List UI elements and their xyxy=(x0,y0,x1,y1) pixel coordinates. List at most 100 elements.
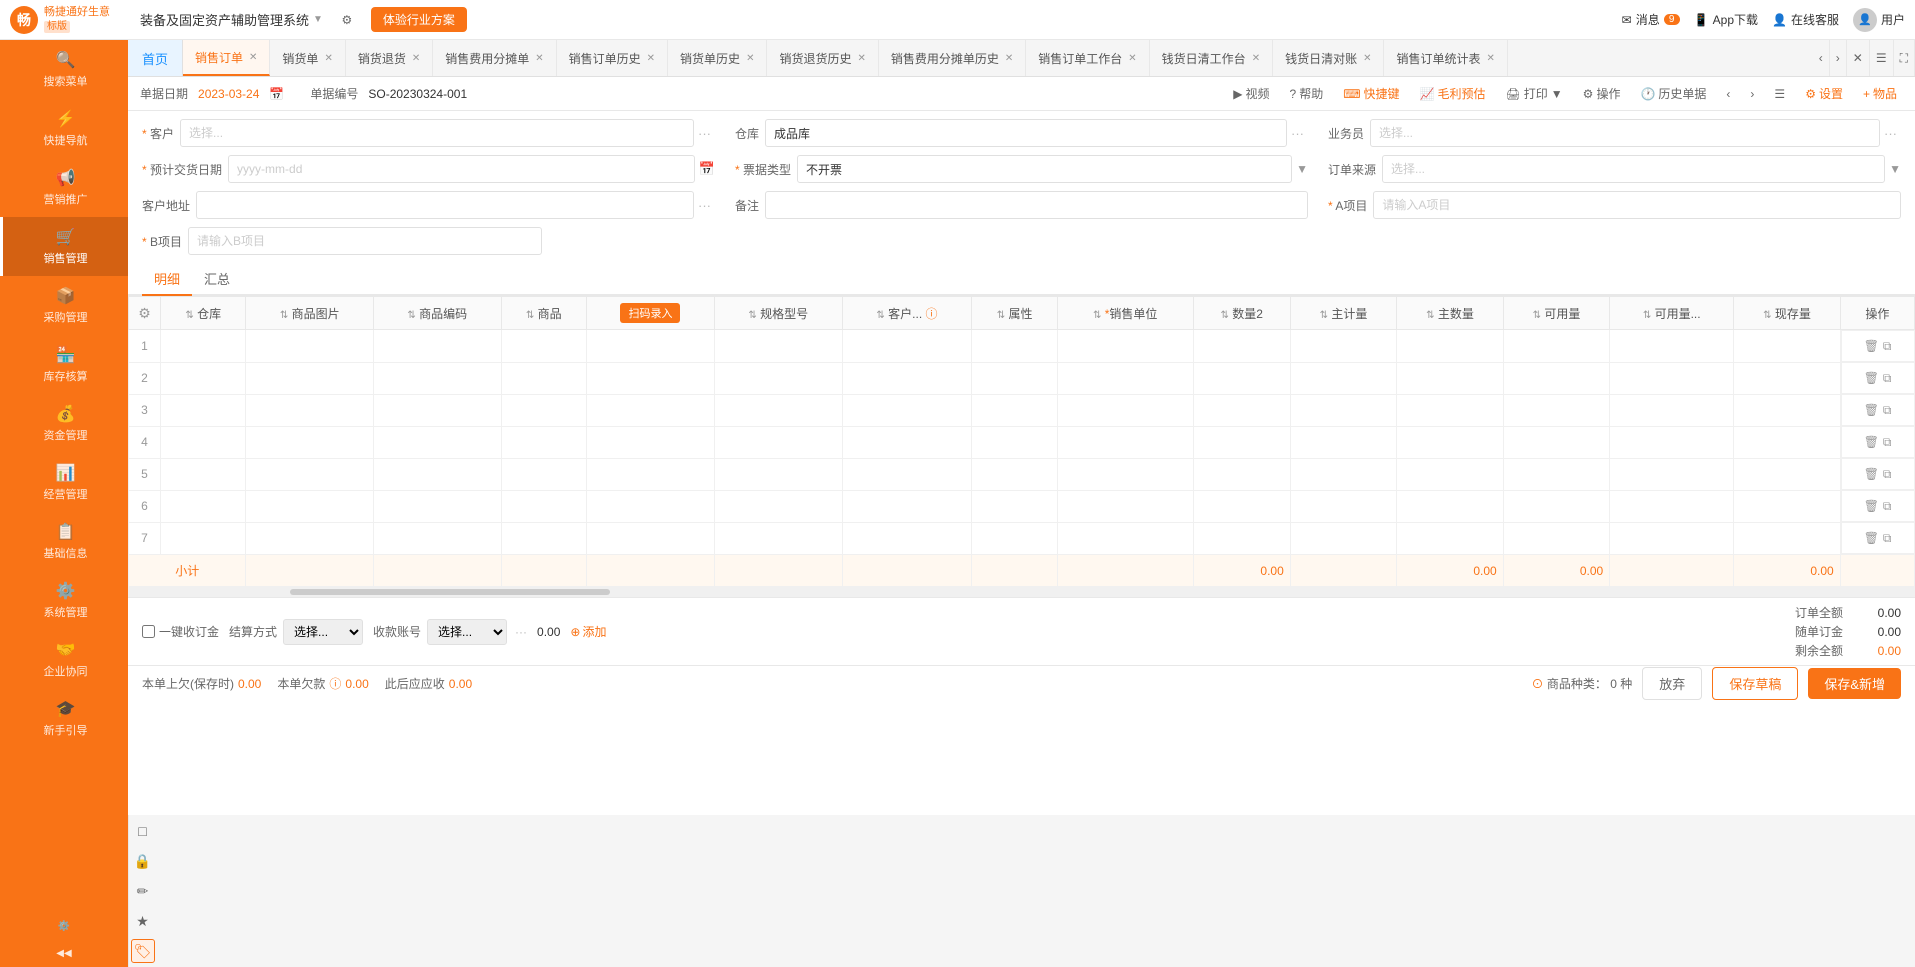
row6-qty2[interactable] xyxy=(1193,490,1290,522)
col-sales-unit-sort[interactable]: ⇅ xyxy=(1093,310,1101,321)
row4-code[interactable] xyxy=(373,426,501,458)
sidebar-item-purchase[interactable]: 📦 采购管理 xyxy=(0,276,128,335)
tab-close-sales-refund[interactable]: ✕ xyxy=(412,53,420,64)
row4-sales-unit[interactable] xyxy=(1057,426,1193,458)
detail-tab-detail[interactable]: 明细 xyxy=(142,263,192,296)
row4-attr[interactable] xyxy=(972,426,1057,458)
current-debt-info-icon[interactable]: ⓘ xyxy=(329,675,341,692)
row2-attr[interactable] xyxy=(972,362,1057,394)
row3-main-qty[interactable] xyxy=(1397,394,1503,426)
row1-code[interactable] xyxy=(373,330,501,363)
row3-customer-ref[interactable] xyxy=(842,394,972,426)
sidebar-item-base-info[interactable]: 📋 基础信息 xyxy=(0,512,128,571)
row1-warehouse[interactable] xyxy=(161,330,246,363)
col-spec-sort[interactable]: ⇅ xyxy=(748,310,756,321)
row3-delete-icon[interactable]: 🗑 xyxy=(1864,403,1879,417)
tab-sales-order[interactable]: 销售订单 ✕ xyxy=(183,40,270,76)
row5-delete-icon[interactable]: 🗑 xyxy=(1864,467,1879,481)
col-stock-sort[interactable]: ⇅ xyxy=(1763,310,1771,321)
tab-sales-summary[interactable]: 销售订单统计表 ✕ xyxy=(1384,40,1507,76)
scrollbar-area[interactable] xyxy=(128,587,1915,597)
row1-sales-unit[interactable] xyxy=(1057,330,1193,363)
invoice-type-input[interactable] xyxy=(797,155,1292,183)
online-service-btn[interactable]: 👤 在线客服 xyxy=(1772,11,1839,28)
tab-order-workbench[interactable]: 销售订单工作台 ✕ xyxy=(1026,40,1149,76)
row3-ops[interactable]: 🗑 ⧉ xyxy=(1841,394,1915,426)
row7-main-qty[interactable] xyxy=(1397,522,1503,555)
row7-code[interactable] xyxy=(373,522,501,555)
user-avatar[interactable]: 👤 用户 xyxy=(1853,8,1905,32)
payment-method-select[interactable]: 选择... xyxy=(283,619,363,645)
calendar-icon[interactable]: 📅 xyxy=(269,87,284,101)
sidebar-item-quick-nav[interactable]: ⚡ 快捷导航 xyxy=(0,99,128,158)
col-customer-ref-sort[interactable]: ⇅ xyxy=(876,310,884,321)
row4-delete-icon[interactable]: 🗑 xyxy=(1864,435,1879,449)
warehouse-more-icon[interactable]: ··· xyxy=(1287,126,1308,141)
col-available-sort[interactable]: ⇅ xyxy=(1533,310,1541,321)
save-draft-btn[interactable]: 保存草稿 xyxy=(1712,667,1798,700)
row2-code[interactable] xyxy=(373,362,501,394)
col-warehouse-sort[interactable]: ⇅ xyxy=(185,310,193,321)
row2-delete-icon[interactable]: 🗑 xyxy=(1864,371,1879,385)
tab-cash-reconcile[interactable]: 钱货日清对账 ✕ xyxy=(1273,40,1384,76)
a-project-input[interactable] xyxy=(1373,191,1901,219)
customer-addr-more-icon[interactable]: ··· xyxy=(694,198,715,213)
col-attr-sort[interactable]: ⇅ xyxy=(997,310,1005,321)
invoice-type-arrow-icon[interactable]: ▼ xyxy=(1296,162,1308,176)
sidebar-item-enterprise[interactable]: 🤝 企业协同 xyxy=(0,630,128,689)
one-click-checkbox[interactable] xyxy=(142,625,155,638)
row7-ops[interactable]: 🗑 ⧉ xyxy=(1841,522,1915,554)
settings-btn[interactable]: ⚙ 设置 xyxy=(1799,83,1849,104)
row3-attr[interactable] xyxy=(972,394,1057,426)
row6-warehouse[interactable] xyxy=(161,490,246,522)
help-btn[interactable]: ? 帮助 xyxy=(1284,83,1330,104)
row6-main-qty[interactable] xyxy=(1397,490,1503,522)
row3-warehouse[interactable] xyxy=(161,394,246,426)
row5-spec[interactable] xyxy=(714,458,842,490)
right-panel-edit-icon[interactable]: ✏ xyxy=(131,879,155,903)
row3-sales-unit[interactable] xyxy=(1057,394,1193,426)
receipt-account-select[interactable]: 选择... xyxy=(427,619,507,645)
tab-close-order-workbench[interactable]: ✕ xyxy=(1128,53,1136,64)
tab-home[interactable]: 首页 xyxy=(128,40,183,76)
tab-refund-history[interactable]: 销货退货历史 ✕ xyxy=(767,40,878,76)
layout-list-btn[interactable]: ☰ xyxy=(1768,85,1791,103)
industry-btn[interactable]: 体验行业方案 xyxy=(371,7,467,32)
grid-settings-icon[interactable]: ⚙ xyxy=(138,305,151,321)
add-receipt-btn[interactable]: ⊕ 添加 xyxy=(570,623,606,640)
row6-sales-unit[interactable] xyxy=(1057,490,1193,522)
order-source-arrow-icon[interactable]: ▼ xyxy=(1889,162,1901,176)
row2-main-qty[interactable] xyxy=(1397,362,1503,394)
col-main-unit-sort[interactable]: ⇅ xyxy=(1320,310,1328,321)
row4-main-qty[interactable] xyxy=(1397,426,1503,458)
tab-close-all-btn[interactable]: ✕ xyxy=(1847,40,1870,76)
row5-copy-icon[interactable]: ⧉ xyxy=(1883,467,1892,482)
row2-warehouse[interactable] xyxy=(161,362,246,394)
sidebar-item-sys-mgmt[interactable]: ⚙️ 系统管理 xyxy=(0,571,128,630)
sidebar-item-marketing[interactable]: 📢 营销推广 xyxy=(0,158,128,217)
sidebar-settings-btn[interactable]: ⚙️ xyxy=(0,913,128,940)
row6-ops[interactable]: 🗑 ⧉ xyxy=(1841,490,1915,522)
row2-qty2[interactable] xyxy=(1193,362,1290,394)
row3-copy-icon[interactable]: ⧉ xyxy=(1883,403,1892,418)
row6-main-unit[interactable] xyxy=(1290,490,1396,522)
row4-name[interactable] xyxy=(501,426,586,458)
discard-btn[interactable]: 放弃 xyxy=(1642,667,1702,700)
sidebar-item-finance[interactable]: 💰 资金管理 xyxy=(0,394,128,453)
message-btn[interactable]: ✉ 消息 9 xyxy=(1622,11,1680,28)
row1-name[interactable] xyxy=(501,330,586,363)
customer-addr-input[interactable] xyxy=(196,191,694,219)
system-title[interactable]: 装备及固定资产辅助管理系统 ▼ xyxy=(140,10,323,29)
col-code-sort[interactable]: ⇅ xyxy=(407,310,415,321)
row7-name[interactable] xyxy=(501,522,586,555)
scrollbar-thumb[interactable] xyxy=(290,589,610,595)
row5-qty2[interactable] xyxy=(1193,458,1290,490)
tab-next-btn[interactable]: › xyxy=(1830,40,1847,76)
history-btn[interactable]: 🕐 历史单据 xyxy=(1634,83,1712,104)
row3-code[interactable] xyxy=(373,394,501,426)
row7-spec[interactable] xyxy=(714,522,842,555)
right-panel-expand-icon[interactable]: □ xyxy=(131,819,155,843)
warehouse-input[interactable] xyxy=(765,119,1287,147)
row5-ops[interactable]: 🗑 ⧉ xyxy=(1841,458,1915,490)
tab-close-cash-workbench[interactable]: ✕ xyxy=(1252,53,1260,64)
